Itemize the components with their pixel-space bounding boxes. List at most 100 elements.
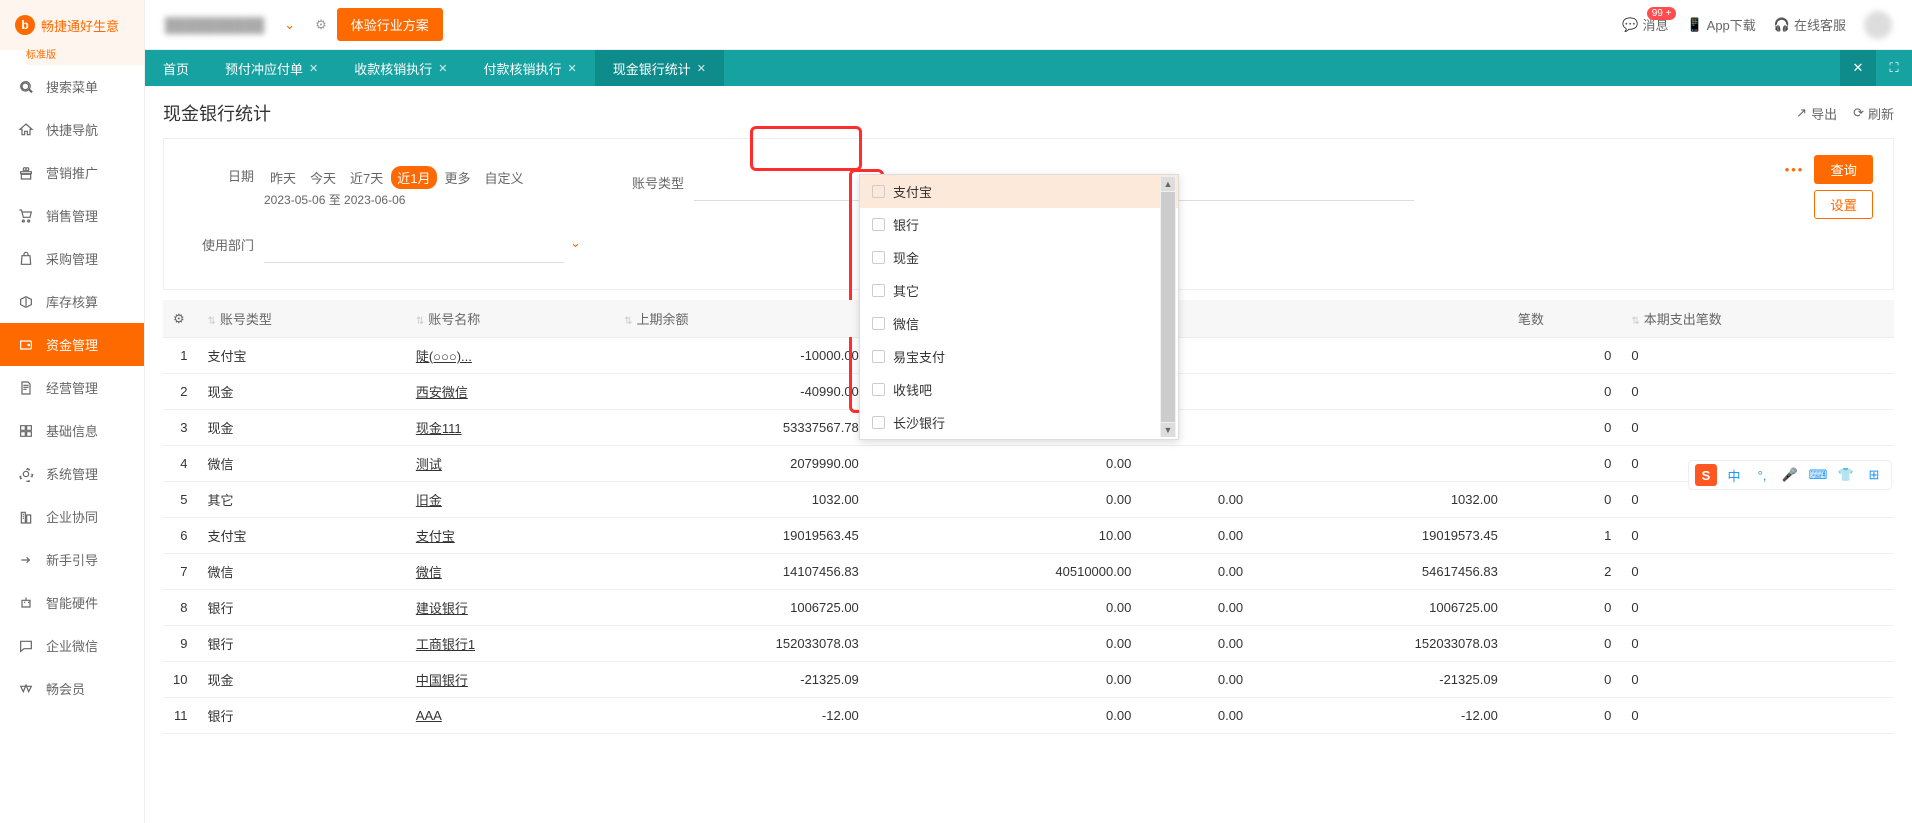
col-account-type[interactable]: ⇅账号类型: [197, 300, 405, 338]
col-hidden-2[interactable]: [1253, 300, 1508, 338]
checkbox[interactable]: [872, 185, 885, 198]
cell-name[interactable]: 现金111: [406, 410, 614, 446]
checkbox[interactable]: [872, 218, 885, 231]
dropdown-option[interactable]: 银行: [860, 208, 1178, 241]
close-icon[interactable]: ✕: [438, 62, 447, 75]
sidebar-item-box[interactable]: 库存核算: [0, 280, 144, 323]
tab-3[interactable]: 付款核销执行✕: [465, 50, 594, 86]
checkbox[interactable]: [872, 284, 885, 297]
ime-grid-icon[interactable]: ⊞: [1863, 464, 1885, 486]
more-dots-icon[interactable]: •••: [1785, 162, 1805, 177]
sidebar-item-doc[interactable]: 经营管理: [0, 366, 144, 409]
col-account-name[interactable]: ⇅账号名称: [406, 300, 614, 338]
ime-keyboard-icon[interactable]: ⌨: [1807, 464, 1829, 486]
cell-name[interactable]: 测试: [406, 446, 614, 482]
sidebar-item-chat[interactable]: 企业微信: [0, 624, 144, 667]
date-quick-option[interactable]: 自定义: [479, 166, 530, 189]
dropdown-option[interactable]: 现金: [860, 241, 1178, 274]
dropdown-option[interactable]: 其它: [860, 274, 1178, 307]
cell-name[interactable]: 西安微信: [406, 374, 614, 410]
scroll-down-icon[interactable]: ▼: [1161, 423, 1175, 437]
refresh-button[interactable]: ⟳ 刷新: [1853, 104, 1894, 123]
col-prev-balance[interactable]: ⇅上期余额: [614, 300, 869, 338]
sidebar: b 畅捷通好生意 标准版 搜索菜单快捷导航营销推广销售管理采购管理库存核算资金管…: [0, 0, 145, 823]
app-download-link[interactable]: 📱 App下载: [1686, 15, 1755, 34]
sidebar-item-label: 采购管理: [46, 249, 98, 268]
company-name[interactable]: ██████████: [165, 17, 264, 33]
chevron-down-icon[interactable]: ⌄: [284, 17, 295, 33]
dropdown-scrollbar[interactable]: ▲ ▼: [1160, 177, 1176, 437]
tab-4[interactable]: 现金银行统计✕: [595, 50, 724, 86]
sidebar-item-vip[interactable]: 畅会员: [0, 667, 144, 710]
scroll-thumb[interactable]: [1161, 192, 1175, 422]
dept-input[interactable]: [264, 235, 564, 263]
dropdown-option[interactable]: 易宝支付: [860, 340, 1178, 373]
cell-name[interactable]: 支付宝: [406, 518, 614, 554]
chevron-down-icon[interactable]: ⌄: [570, 235, 581, 251]
page: 现金银行统计 ↗ 导出 ⟳ 刷新 日期 昨天今天近7天近1月更多自定义 2023…: [145, 86, 1912, 823]
sidebar-item-cart[interactable]: 销售管理: [0, 194, 144, 237]
close-icon[interactable]: ✕: [697, 62, 706, 75]
cell-name[interactable]: 建设银行: [406, 590, 614, 626]
option-label: 支付宝: [893, 182, 932, 201]
query-button[interactable]: 查询: [1814, 155, 1873, 184]
mobile-icon: 📱: [1686, 17, 1702, 33]
sidebar-item-bag[interactable]: 采购管理: [0, 237, 144, 280]
gear-icon[interactable]: ⚙: [315, 17, 327, 33]
dropdown-option[interactable]: 长沙银行: [860, 406, 1178, 439]
sidebar-item-robot[interactable]: 智能硬件: [0, 581, 144, 624]
checkbox[interactable]: [872, 383, 885, 396]
date-quick-option[interactable]: 近1月: [391, 166, 436, 189]
avatar[interactable]: [1864, 11, 1892, 39]
filter-settings-button[interactable]: 设置: [1814, 190, 1873, 219]
cell-name[interactable]: 工商银行1: [406, 626, 614, 662]
sidebar-item-wallet[interactable]: 资金管理: [0, 323, 144, 366]
cell-name[interactable]: AAA: [406, 698, 614, 734]
row-index: 1: [163, 338, 197, 374]
tab-0[interactable]: 首页: [145, 50, 207, 86]
sidebar-item-grid[interactable]: 基础信息: [0, 409, 144, 452]
cell-name[interactable]: 陡(○○○)...: [406, 338, 614, 374]
sidebar-item-gift[interactable]: 营销推广: [0, 151, 144, 194]
dropdown-option[interactable]: 收钱吧: [860, 373, 1178, 406]
sidebar-item-home[interactable]: 快捷导航: [0, 108, 144, 151]
tab-fullscreen[interactable]: ⛶: [1876, 50, 1912, 86]
checkbox[interactable]: [872, 416, 885, 429]
dropdown-option[interactable]: 支付宝: [860, 175, 1178, 208]
ime-skin-icon[interactable]: 👕: [1835, 464, 1857, 486]
ime-cn-icon[interactable]: 中: [1723, 464, 1745, 486]
tab-close-all[interactable]: ✕: [1840, 50, 1876, 86]
sidebar-item-search[interactable]: 搜索菜单: [0, 65, 144, 108]
table-row: 10现金中国银行-21325.090.000.00-21325.0900: [163, 662, 1894, 698]
date-quick-option[interactable]: 近7天: [344, 166, 389, 189]
tab-1[interactable]: 预付冲应付单✕: [207, 50, 336, 86]
sidebar-item-gear[interactable]: 系统管理: [0, 452, 144, 495]
checkbox[interactable]: [872, 350, 885, 363]
date-quick-option[interactable]: 更多: [439, 166, 477, 189]
support-link[interactable]: 🎧 在线客服: [1774, 15, 1846, 34]
date-quick-option[interactable]: 今天: [304, 166, 342, 189]
export-button[interactable]: ↗ 导出: [1796, 104, 1837, 123]
table-settings-header[interactable]: ⚙: [163, 300, 197, 338]
date-quick-option[interactable]: 昨天: [264, 166, 302, 189]
close-icon[interactable]: ✕: [309, 62, 318, 75]
sidebar-item-building[interactable]: 企业协同: [0, 495, 144, 538]
ime-mic-icon[interactable]: 🎤: [1779, 464, 1801, 486]
scroll-up-icon[interactable]: ▲: [1161, 177, 1175, 191]
cell-name[interactable]: 中国银行: [406, 662, 614, 698]
col-count[interactable]: 笔数: [1508, 300, 1622, 338]
ime-sogou-icon[interactable]: S: [1695, 464, 1717, 486]
trial-button[interactable]: 体验行业方案: [337, 8, 443, 41]
sidebar-item-arrow[interactable]: 新手引导: [0, 538, 144, 581]
option-label: 微信: [893, 314, 919, 333]
cell-name[interactable]: 微信: [406, 554, 614, 590]
message-link[interactable]: 💬 消息 99 +: [1622, 15, 1668, 34]
col-out-count[interactable]: ⇅本期支出笔数: [1621, 300, 1894, 338]
close-icon[interactable]: ✕: [568, 62, 577, 75]
ime-punct-icon[interactable]: °,: [1751, 464, 1773, 486]
checkbox[interactable]: [872, 251, 885, 264]
dropdown-option[interactable]: 微信: [860, 307, 1178, 340]
tab-2[interactable]: 收款核销执行✕: [336, 50, 465, 86]
checkbox[interactable]: [872, 317, 885, 330]
cell-name[interactable]: 旧金: [406, 482, 614, 518]
